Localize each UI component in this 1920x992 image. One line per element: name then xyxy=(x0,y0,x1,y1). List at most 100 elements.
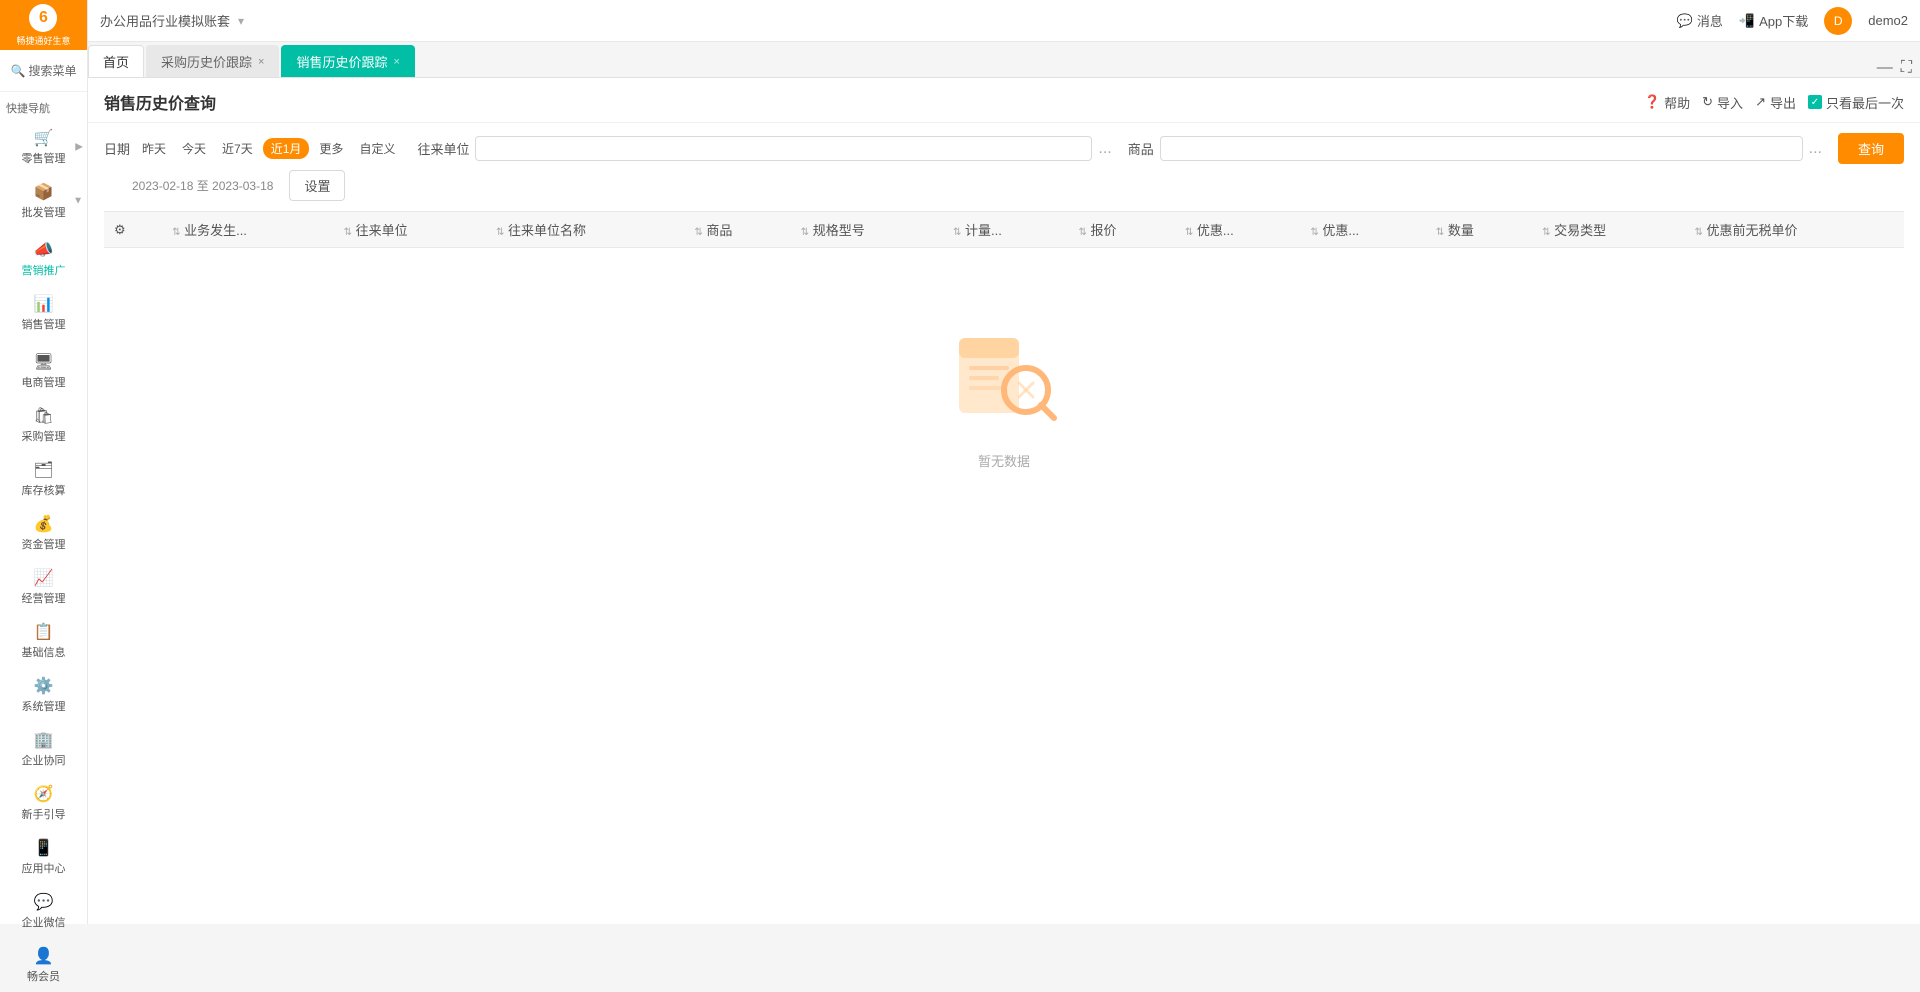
sidebar-item-zero-retail[interactable]: 🛒 零售管理 ▶ xyxy=(0,120,87,174)
maximize-button[interactable]: ⛶ xyxy=(1901,59,1912,77)
sidebar-item-basic[interactable]: 📋 基础信息 xyxy=(0,614,87,668)
sidebar-item-guide[interactable]: 🧭 新手引导 xyxy=(0,776,87,830)
tab-sales-close-button[interactable]: × xyxy=(393,56,399,68)
minimize-button[interactable]: — xyxy=(1877,59,1893,77)
logo-text: 畅捷通好生意 xyxy=(16,34,70,47)
date-opt-today[interactable]: 今天 xyxy=(176,138,212,159)
sidebar-item-label: 企业微信 xyxy=(22,914,66,930)
chevron-down-icon: ▼ xyxy=(73,196,83,207)
finance-icon: 💰 xyxy=(34,514,54,534)
tab-purchase-close-button[interactable]: × xyxy=(258,56,264,68)
settings-button[interactable]: 设置 xyxy=(289,170,345,201)
guide-icon: 🧭 xyxy=(34,784,54,804)
col-spec-label: 规格型号 xyxy=(813,223,865,238)
filter-bar: 日期 昨天 今天 近7天 近1月 更多 自定义 往来单位 ... xyxy=(88,123,1920,211)
date-opt-1month[interactable]: 近1月 xyxy=(263,138,310,159)
help-icon: ❓ xyxy=(1644,94,1660,110)
sidebar-item-ecommerce[interactable]: 🖥 电商管理 xyxy=(0,344,87,398)
col-partner-name[interactable]: ⇅ 往来单位名称 xyxy=(484,212,682,248)
message-button[interactable]: 💬 消息 xyxy=(1677,11,1723,30)
date-opt-7days[interactable]: 近7天 xyxy=(216,138,259,159)
user-name[interactable]: demo2 xyxy=(1868,13,1908,28)
query-button[interactable]: 查询 xyxy=(1838,133,1904,164)
col-trade-type[interactable]: ⇅ 交易类型 xyxy=(1530,212,1682,248)
only-last-checkbox-label[interactable]: ✓ 只看最后一次 xyxy=(1808,93,1904,112)
product-input[interactable] xyxy=(1160,136,1803,161)
sidebar-item-label: 资金管理 xyxy=(22,536,66,552)
sidebar-item-marketing[interactable]: 📣 营销推广 xyxy=(0,232,87,286)
col-discount1[interactable]: ⇅ 优惠... xyxy=(1173,212,1298,248)
tab-purchase-history[interactable]: 采购历史价跟踪 × xyxy=(146,45,279,77)
table-container: ⚙ ⇅ 业务发生... ⇅ 往来单位 ⇅ 往来单位名称 xyxy=(88,211,1920,248)
help-button[interactable]: ❓ 帮助 xyxy=(1644,93,1690,112)
import-button[interactable]: ↻ 导入 xyxy=(1702,93,1743,112)
page-actions: ❓ 帮助 ↻ 导入 ↗ 导出 ✓ 只看最后一次 xyxy=(1644,93,1904,112)
sidebar-item-enterprise[interactable]: 🏢 企业协同 xyxy=(0,722,87,776)
only-last-label: 只看最后一次 xyxy=(1826,93,1904,112)
header-right: 💬 消息 📲 App下载 D demo2 xyxy=(1677,7,1908,35)
tab-home-label: 首页 xyxy=(103,52,129,71)
sort-icon: ⇅ xyxy=(694,227,702,238)
wechat-icon: 💬 xyxy=(34,892,54,912)
sidebar-item-label: 电商管理 xyxy=(22,374,66,390)
top-header: 办公用品行业模拟账套 ▾ 💬 消息 📲 App下载 D demo2 xyxy=(88,0,1920,42)
sidebar-item-label: 应用中心 xyxy=(22,860,66,876)
date-opt-custom[interactable]: 自定义 xyxy=(353,138,401,159)
table-header-row: ⚙ ⇅ 业务发生... ⇅ 往来单位 ⇅ 往来单位名称 xyxy=(104,212,1904,248)
col-quote[interactable]: ⇅ 报价 xyxy=(1067,212,1173,248)
app-download-button[interactable]: 📲 App下载 xyxy=(1739,11,1808,30)
col-partner-name-label: 往来单位名称 xyxy=(508,223,586,238)
product-dots[interactable]: ... xyxy=(1809,140,1822,158)
checkbox-checked-icon: ✓ xyxy=(1808,95,1822,109)
customer-dots[interactable]: ... xyxy=(1098,140,1111,158)
sidebar-item-purchase[interactable]: 🛍 采购管理 xyxy=(0,398,87,452)
sort-icon: ⇅ xyxy=(1436,227,1444,238)
col-partner-code[interactable]: ⇅ 往来单位 xyxy=(332,212,484,248)
system-icon: ⚙️ xyxy=(34,676,54,696)
export-label: 导出 xyxy=(1770,93,1796,112)
export-button[interactable]: ↗ 导出 xyxy=(1755,93,1796,112)
col-partner-code-label: 往来单位 xyxy=(356,223,408,238)
sidebar-item-wechat[interactable]: 💬 企业微信 xyxy=(0,884,87,938)
col-trade-type-label: 交易类型 xyxy=(1554,223,1606,238)
sidebar-item-inventory[interactable]: 🗂 库存核算 xyxy=(0,452,87,506)
search-menu-button[interactable]: 🔍 搜索菜单 xyxy=(6,58,81,83)
sidebar-item-finance[interactable]: 💰 资金管理 xyxy=(0,506,87,560)
sidebar-item-operations[interactable]: 📈 经营管理 xyxy=(0,560,87,614)
col-quantity[interactable]: ⇅ 数量 xyxy=(1424,212,1530,248)
tab-sales-history[interactable]: 销售历史价跟踪 × xyxy=(281,45,414,77)
sidebar-item-label: 企业协同 xyxy=(22,752,66,768)
marketing-icon: 📣 xyxy=(34,240,54,260)
sidebar-item-sales[interactable]: 📊 销售管理 xyxy=(0,286,87,340)
export-icon: ↗ xyxy=(1755,94,1766,110)
sidebar-item-label: 新手引导 xyxy=(22,806,66,822)
date-range-text: 2023-02-18 至 2023-03-18 xyxy=(132,177,273,194)
main-area: 办公用品行业模拟账套 ▾ 💬 消息 📲 App下载 D demo2 首页 采购历… xyxy=(88,0,1920,924)
date-opt-yesterday[interactable]: 昨天 xyxy=(136,138,172,159)
date-opt-more[interactable]: 更多 xyxy=(313,138,349,159)
col-pre-tax-price[interactable]: ⇅ 优惠前无税单价 xyxy=(1682,212,1904,248)
col-biz-date-label: 业务发生... xyxy=(184,223,247,238)
col-discount2[interactable]: ⇅ 优惠... xyxy=(1298,212,1423,248)
help-label: 帮助 xyxy=(1664,93,1690,112)
customer-input[interactable] xyxy=(475,136,1092,161)
sort-icon: ⇅ xyxy=(172,227,180,238)
data-table: ⚙ ⇅ 业务发生... ⇅ 往来单位 ⇅ 往来单位名称 xyxy=(104,211,1904,248)
settings-icon: ⚙ xyxy=(114,222,126,237)
tab-home[interactable]: 首页 xyxy=(88,45,144,77)
col-spec[interactable]: ⇅ 规格型号 xyxy=(789,212,941,248)
import-label: 导入 xyxy=(1717,93,1743,112)
sidebar-item-member[interactable]: 👤 畅会员 xyxy=(0,938,87,992)
member-icon: 👤 xyxy=(34,946,54,966)
sort-icon: ⇅ xyxy=(496,227,504,238)
col-settings[interactable]: ⚙ xyxy=(104,212,160,248)
col-biz-date[interactable]: ⇅ 业务发生... xyxy=(160,212,332,248)
col-product[interactable]: ⇅ 商品 xyxy=(682,212,788,248)
col-unit[interactable]: ⇅ 计量... xyxy=(941,212,1066,248)
sidebar-item-system[interactable]: ⚙️ 系统管理 xyxy=(0,668,87,722)
sidebar-item-wholesale[interactable]: 📦 批发管理 ▼ xyxy=(0,174,87,228)
sidebar-logo: 6 畅捷通好生意 xyxy=(0,0,87,50)
sidebar-item-apps[interactable]: 📱 应用中心 xyxy=(0,830,87,884)
purchase-icon: 🛍 xyxy=(33,406,53,426)
dropdown-icon[interactable]: ▾ xyxy=(238,14,244,28)
